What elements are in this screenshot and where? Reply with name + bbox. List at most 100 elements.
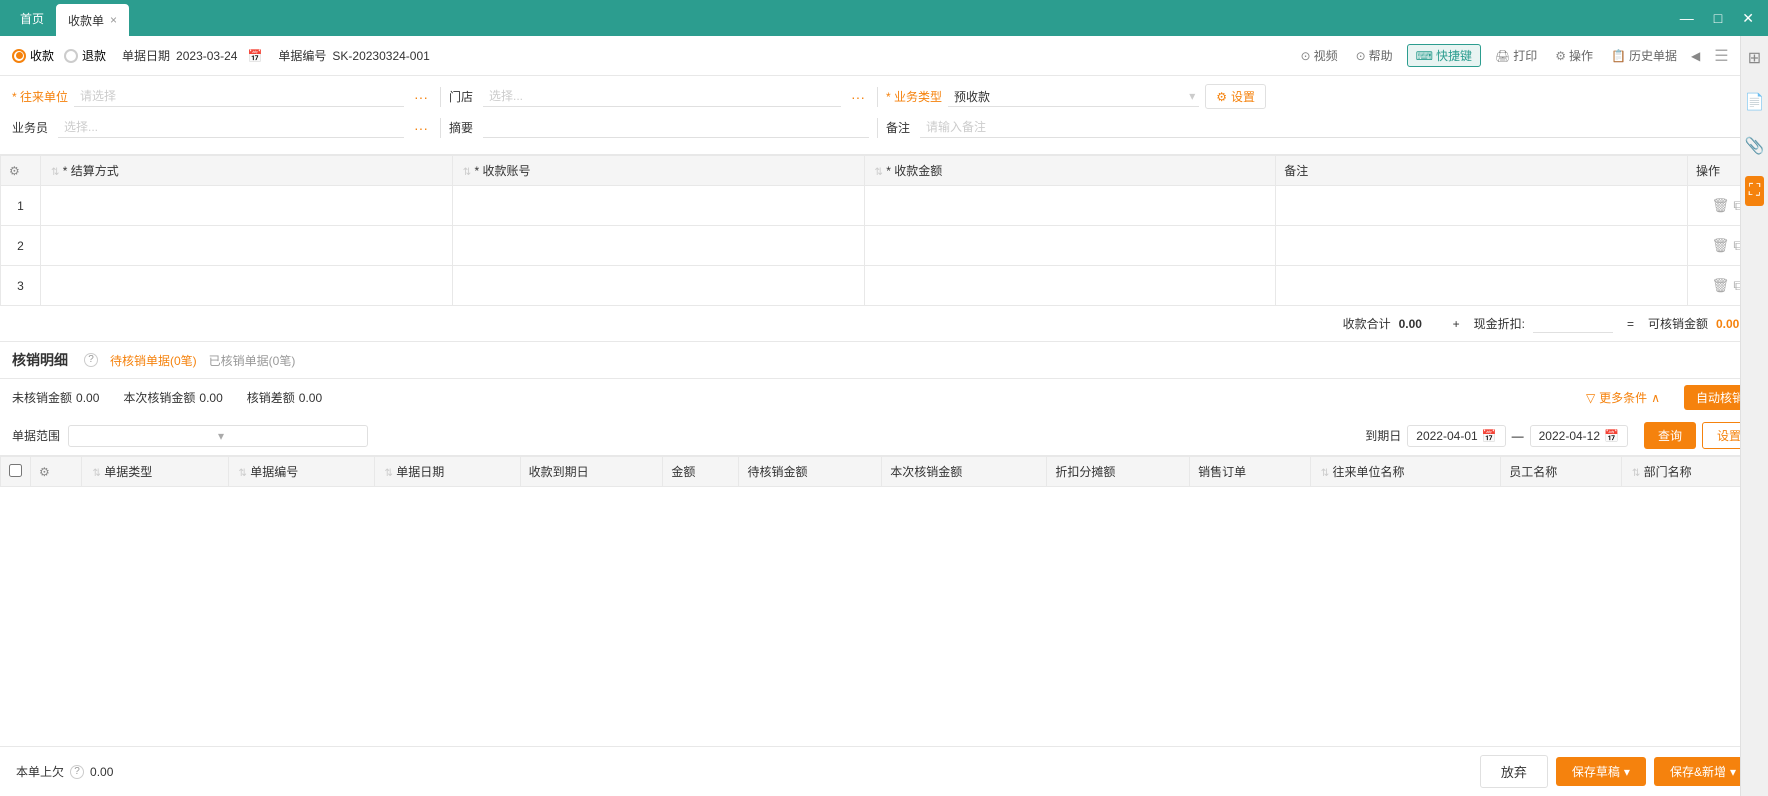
calendar-start-icon[interactable]: 📅	[1482, 429, 1497, 443]
tab-pending[interactable]: 待核销单据(0笔)	[110, 352, 197, 369]
radio-tuikuan[interactable]: 退款	[64, 47, 106, 64]
row2-account[interactable]	[452, 226, 864, 266]
sort-icon-account[interactable]: ⇅	[463, 167, 471, 178]
more-filter-btn[interactable]: ▽ 更多条件 ∧	[1586, 389, 1660, 406]
row-num-2: 2	[1, 226, 41, 266]
list-view-icon[interactable]: ☰	[1710, 45, 1732, 67]
row2-method[interactable]	[41, 226, 453, 266]
discount-input[interactable]	[1533, 314, 1613, 333]
sort-icon-amount[interactable]: ⇅	[875, 167, 883, 178]
biz-type-select[interactable]: ▾	[948, 86, 1199, 107]
date-end-input[interactable]: 2022-04-12 📅	[1530, 425, 1628, 447]
calendar-end-icon[interactable]: 📅	[1604, 429, 1619, 443]
sort-icon-dept[interactable]: ⇅	[1632, 468, 1640, 479]
discount-label: 现金折扣:	[1474, 315, 1525, 332]
row1-method-input[interactable]	[41, 186, 452, 225]
row1-remark[interactable]	[1276, 186, 1688, 226]
sidebar-table-icon[interactable]: ⊞	[1744, 44, 1765, 72]
filter-range-select[interactable]: ▾	[68, 425, 368, 447]
row3-method-input[interactable]	[41, 266, 452, 305]
row3-delete-icon[interactable]: 🗑	[1712, 277, 1730, 294]
sort-icon-method[interactable]: ⇅	[51, 167, 59, 178]
sidebar-doc-icon[interactable]: 📄	[1741, 88, 1768, 116]
form-row-2: 业务员 ··· 摘要 备注	[12, 117, 1756, 138]
save-draft-btn[interactable]: 保存草稿 ▾	[1556, 757, 1646, 786]
row1-account-input[interactable]	[453, 186, 864, 225]
row2-amount-input[interactable]	[865, 226, 1276, 265]
biz-type-dropdown-icon[interactable]: ▾	[1185, 89, 1199, 103]
hx-col-doc-num: ⇅ 单据编号	[228, 457, 374, 487]
shortcut-btn[interactable]: ⌨ 快捷键	[1407, 44, 1481, 67]
active-tab-label: 收款单	[68, 12, 104, 29]
sidebar-attachment-icon[interactable]: 📎	[1741, 132, 1768, 160]
biz-settings-btn[interactable]: ⚙ 设置	[1205, 84, 1266, 109]
gear-icon: ⚙	[1216, 90, 1227, 104]
store-input[interactable]	[483, 86, 841, 107]
hx-col-this-hx: 本次核销金额	[882, 457, 1047, 487]
row2-method-input[interactable]	[41, 226, 452, 265]
counterpart-more-btn[interactable]: ···	[410, 89, 432, 105]
row3-amount[interactable]	[864, 266, 1276, 306]
calendar-icon[interactable]: 📅	[247, 49, 262, 63]
tab-done[interactable]: 已核销单据(0笔)	[209, 352, 296, 369]
close-tab-icon[interactable]: ×	[110, 13, 117, 27]
store-label: 门店	[449, 88, 473, 105]
help-btn[interactable]: ⊙ 帮助	[1352, 45, 1397, 66]
summary-input[interactable]	[483, 117, 869, 138]
row3-method[interactable]	[41, 266, 453, 306]
operate-btn[interactable]: ⚙ 操作	[1551, 45, 1597, 66]
nav-tab-home[interactable]: 首页	[8, 0, 56, 36]
radio-tuikuan-label: 退款	[82, 47, 106, 64]
counterpart-input[interactable]	[74, 86, 404, 107]
date-start-input[interactable]: 2022-04-01 📅	[1407, 425, 1505, 447]
staff-input[interactable]	[58, 117, 404, 138]
window-close-btn[interactable]: ✕	[1736, 8, 1760, 29]
filter-icon: ▽	[1586, 391, 1595, 405]
sidebar-expand-icon[interactable]: ⛶	[1745, 176, 1764, 206]
row1-amount-input[interactable]	[865, 186, 1276, 225]
col-settings-header: ⚙	[1, 156, 41, 186]
hx-select-all-checkbox[interactable]	[9, 464, 22, 477]
hx-table-settings-icon[interactable]: ⚙	[39, 465, 50, 479]
sort-icon-counterpart[interactable]: ⇅	[1321, 468, 1329, 479]
save-new-btn[interactable]: 保存&新增 ▾	[1654, 757, 1752, 786]
window-minimize-btn[interactable]: —	[1674, 8, 1700, 28]
abandon-btn[interactable]: 放弃	[1480, 755, 1548, 788]
row3-remark[interactable]	[1276, 266, 1688, 306]
row2-delete-icon[interactable]: 🗑	[1712, 237, 1730, 254]
remark-input[interactable]	[920, 117, 1756, 138]
summary-label: 摘要	[449, 119, 473, 136]
staff-more-btn[interactable]: ···	[410, 120, 432, 136]
row3-amount-input[interactable]	[865, 266, 1276, 305]
nav-tab-shoukuandan[interactable]: 收款单 ×	[56, 4, 129, 36]
nav-prev-icon[interactable]: ◀	[1691, 49, 1700, 63]
history-btn[interactable]: 📋 历史单据	[1607, 45, 1681, 66]
row1-amount[interactable]	[864, 186, 1276, 226]
sort-icon-docnum[interactable]: ⇅	[239, 468, 247, 479]
stat-diff: 核销差额 0.00	[247, 389, 322, 406]
row2-amount[interactable]	[864, 226, 1276, 266]
hx-info-icon[interactable]: ?	[84, 353, 98, 367]
radio-shoukuan[interactable]: 收款	[12, 47, 54, 64]
row3-remark-input[interactable]	[1276, 266, 1687, 305]
row1-account[interactable]	[452, 186, 864, 226]
row2-remark[interactable]	[1276, 226, 1688, 266]
table-settings-icon[interactable]: ⚙	[9, 164, 20, 178]
store-more-btn[interactable]: ···	[847, 89, 869, 105]
window-maximize-btn[interactable]: □	[1708, 8, 1728, 28]
row2-remark-input[interactable]	[1276, 226, 1687, 265]
row2-account-input[interactable]	[453, 226, 864, 265]
query-btn[interactable]: 查询	[1644, 422, 1696, 449]
number-field: 单据编号 SK-20230324-001	[278, 47, 429, 64]
date-separator: —	[1512, 429, 1524, 443]
row1-delete-icon[interactable]: 🗑	[1712, 197, 1730, 214]
sort-icon-doctype[interactable]: ⇅	[92, 468, 100, 479]
sort-icon-docdate[interactable]: ⇅	[385, 468, 393, 479]
row1-method[interactable]	[41, 186, 453, 226]
info-question-icon[interactable]: ?	[70, 765, 84, 779]
row1-remark-input[interactable]	[1276, 186, 1687, 225]
row3-account-input[interactable]	[453, 266, 864, 305]
row3-account[interactable]	[452, 266, 864, 306]
video-btn[interactable]: ⊙ 视频	[1297, 45, 1342, 66]
print-btn[interactable]: 🖨 打印	[1491, 45, 1541, 66]
